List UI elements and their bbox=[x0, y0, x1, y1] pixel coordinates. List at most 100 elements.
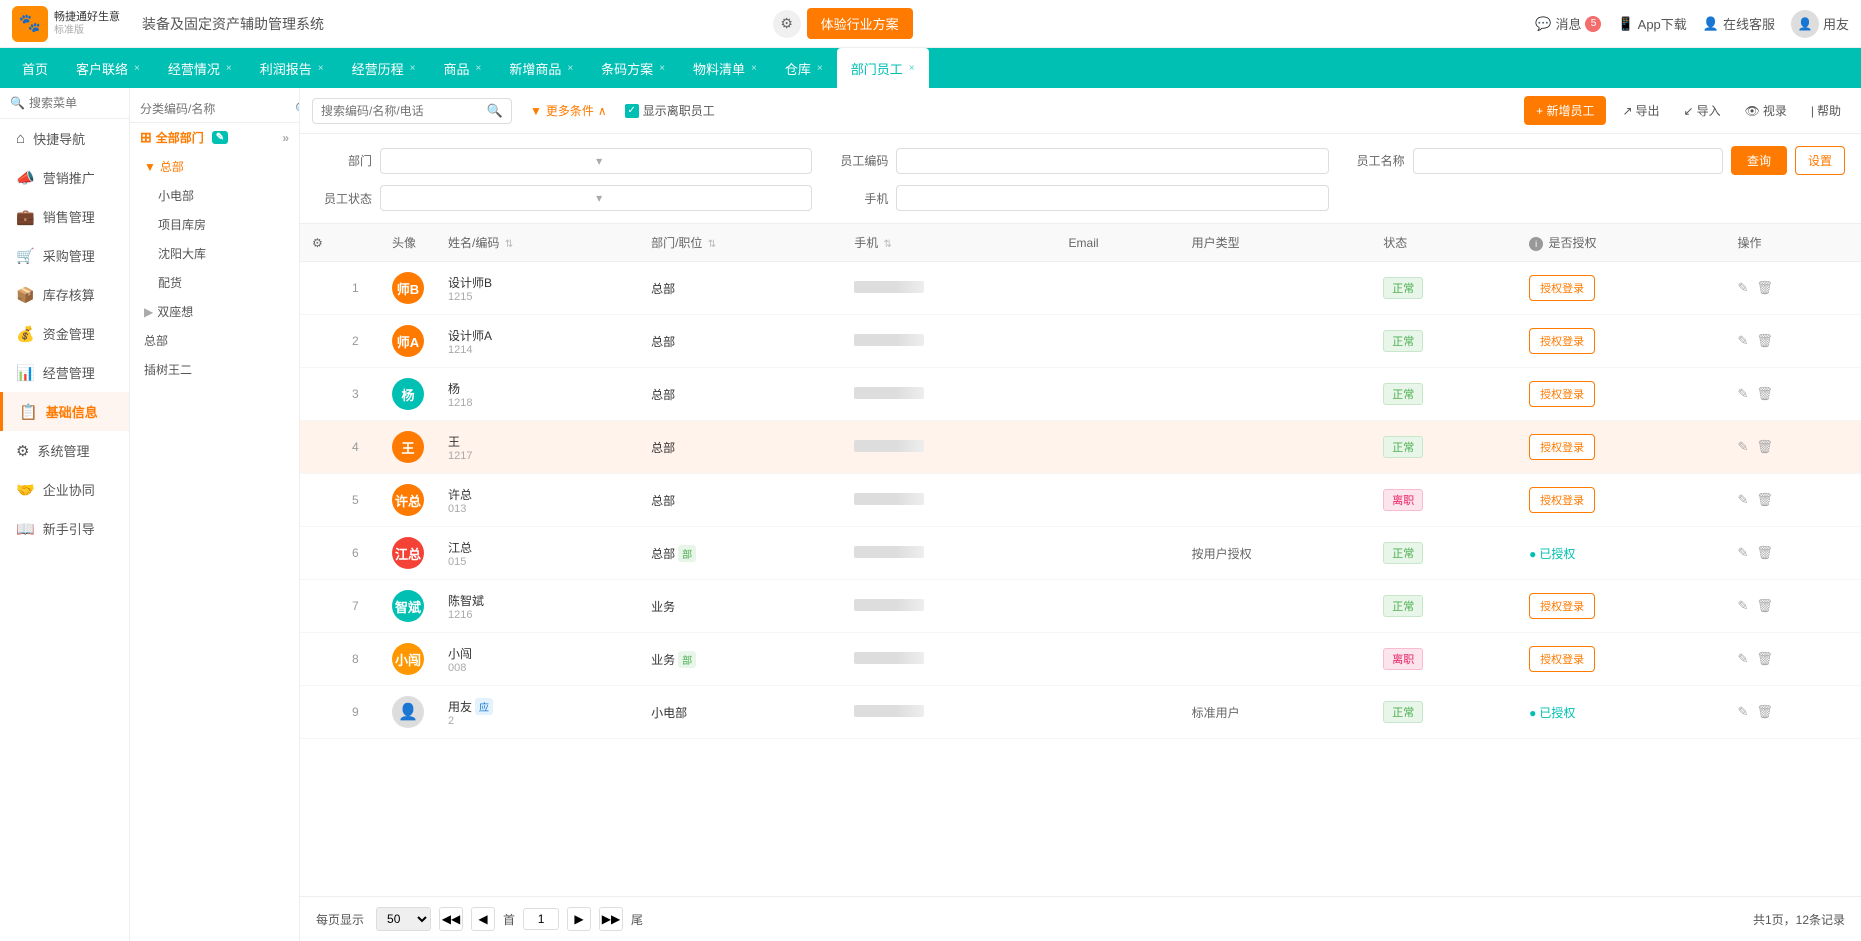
sidebar-item-inventory[interactable]: 📦库存核算 bbox=[0, 275, 129, 314]
dept-search-input[interactable] bbox=[140, 102, 295, 116]
phone-filter-input[interactable] bbox=[896, 185, 1328, 211]
navtab-部门员工[interactable]: 部门员工× bbox=[837, 48, 929, 88]
dept-tree-item-shenyangdaku[interactable]: 沈阳大库 bbox=[130, 239, 299, 268]
dept-tree-item-chashuwang[interactable]: 插树王二 bbox=[130, 355, 299, 384]
service-btn[interactable]: 👤 在线客服 bbox=[1703, 14, 1775, 33]
sidebar-item-system[interactable]: ⚙系统管理 bbox=[0, 431, 129, 470]
auth-btn-1[interactable]: 授权登录 bbox=[1529, 275, 1595, 301]
navtab-close-新增商品[interactable]: × bbox=[567, 63, 573, 74]
dept-tree-item-zongbu[interactable]: ▼ 总部 bbox=[130, 152, 299, 181]
auth-btn-5[interactable]: 授权登录 bbox=[1529, 487, 1595, 513]
delete-icon-6[interactable]: 🗑 bbox=[1756, 545, 1773, 561]
settings-gear-btn[interactable]: ⚙ bbox=[773, 10, 801, 38]
sidebar-item-shortcut[interactable]: ⌂快捷导航 bbox=[0, 119, 129, 158]
delete-icon-5[interactable]: 🗑 bbox=[1756, 492, 1773, 508]
dept-tree-item-xiaodiangbu[interactable]: 小电部 bbox=[130, 181, 299, 210]
dept-tree-item-peihuo[interactable]: 配货 bbox=[130, 268, 299, 297]
prev-page-btn[interactable]: ◀ bbox=[471, 907, 495, 931]
navtab-close-部门员工[interactable]: × bbox=[909, 63, 915, 74]
navtab-条码方案[interactable]: 条码方案× bbox=[587, 48, 679, 88]
add-employee-btn[interactable]: + 新增员工 bbox=[1524, 96, 1606, 125]
navtab-利润报告[interactable]: 利润报告× bbox=[246, 48, 338, 88]
navtab-客户联络[interactable]: 客户联络× bbox=[62, 48, 154, 88]
navtab-经营情况[interactable]: 经营情况× bbox=[154, 48, 246, 88]
first-page-btn[interactable]: ◀◀ bbox=[439, 907, 463, 931]
delete-icon-4[interactable]: 🗑 bbox=[1756, 439, 1773, 455]
auth-btn-4[interactable]: 授权登录 bbox=[1529, 434, 1595, 460]
navtab-首页[interactable]: 首页 bbox=[8, 48, 62, 88]
auth-btn-7[interactable]: 授权登录 bbox=[1529, 593, 1595, 619]
app-download-btn[interactable]: 📱 App下载 bbox=[1617, 14, 1686, 33]
auth-btn-2[interactable]: 授权登录 bbox=[1529, 328, 1595, 354]
delete-icon-3[interactable]: 🗑 bbox=[1756, 386, 1773, 402]
edit-icon-1[interactable]: ✎ bbox=[1737, 280, 1748, 296]
export-btn[interactable]: ↗ 导出 bbox=[1614, 97, 1667, 124]
sidebar-item-purchase[interactable]: 🛒采购管理 bbox=[0, 236, 129, 275]
sidebar-item-guide[interactable]: 📖新手引导 bbox=[0, 509, 129, 548]
navtab-close-物料清单[interactable]: × bbox=[751, 63, 757, 74]
more-filters-btn[interactable]: ▼ 更多条件 ∧ bbox=[520, 97, 617, 124]
reset-action-btn[interactable]: 设置 bbox=[1795, 146, 1845, 175]
dept-tree-item-shuangzuoxiang[interactable]: ▶ 双座想 bbox=[130, 297, 299, 326]
edit-icon-4[interactable]: ✎ bbox=[1737, 439, 1748, 455]
navtab-物料清单[interactable]: 物料清单× bbox=[679, 48, 771, 88]
sidebar-item-marketing[interactable]: 📣营销推广 bbox=[0, 158, 129, 197]
navtab-close-客户联络[interactable]: × bbox=[134, 63, 140, 74]
navtab-close-仓库[interactable]: × bbox=[817, 63, 823, 74]
delete-icon-1[interactable]: 🗑 bbox=[1756, 280, 1773, 296]
empstatus-filter-select[interactable]: ▾ bbox=[380, 185, 812, 211]
edit-icon-7[interactable]: ✎ bbox=[1737, 598, 1748, 614]
sidebar-item-operation[interactable]: 📊经营管理 bbox=[0, 353, 129, 392]
phone-sort-icon[interactable]: ⇅ bbox=[884, 239, 892, 250]
navtab-close-经营历程[interactable]: × bbox=[410, 63, 416, 74]
navtab-close-利润报告[interactable]: × bbox=[318, 63, 324, 74]
sidebar-item-collab[interactable]: 🤝企业协同 bbox=[0, 470, 129, 509]
user-btn[interactable]: 👤 用友 bbox=[1791, 10, 1849, 38]
auth-btn-3[interactable]: 授权登录 bbox=[1529, 381, 1595, 407]
dept-collapse-btn[interactable]: » bbox=[282, 131, 289, 145]
edit-icon-9[interactable]: ✎ bbox=[1737, 704, 1748, 720]
navtab-商品[interactable]: 商品× bbox=[429, 48, 495, 88]
navtab-close-经营情况[interactable]: × bbox=[226, 63, 232, 74]
dept-filter-select[interactable]: ▾ bbox=[380, 148, 812, 174]
edit-icon-5[interactable]: ✎ bbox=[1737, 492, 1748, 508]
empcode-filter-input[interactable] bbox=[896, 148, 1328, 174]
delete-icon-9[interactable]: 🗑 bbox=[1756, 704, 1773, 720]
edit-icon-3[interactable]: ✎ bbox=[1737, 386, 1748, 402]
msg-btn[interactable]: 💬 消息 5 bbox=[1535, 14, 1601, 33]
edit-icon-6[interactable]: ✎ bbox=[1737, 545, 1748, 561]
empname-filter-input[interactable] bbox=[1413, 148, 1723, 174]
auth-btn-8[interactable]: 授权登录 bbox=[1529, 646, 1595, 672]
page-input[interactable] bbox=[523, 908, 559, 930]
delete-icon-8[interactable]: 🗑 bbox=[1756, 651, 1773, 667]
import-btn[interactable]: ↙ 导入 bbox=[1676, 97, 1729, 124]
navtab-close-条码方案[interactable]: × bbox=[659, 63, 665, 74]
page-size-select[interactable]: 50 100 200 bbox=[376, 907, 431, 931]
sidebar-item-basic[interactable]: 📋基础信息 bbox=[0, 392, 129, 431]
sidebar-item-finance[interactable]: 💰资金管理 bbox=[0, 314, 129, 353]
delete-icon-2[interactable]: 🗑 bbox=[1756, 333, 1773, 349]
dept-sort-icon[interactable]: ⇅ bbox=[708, 239, 716, 250]
dept-tree-item-zongbu2[interactable]: 总部 bbox=[130, 326, 299, 355]
navtab-close-商品[interactable]: × bbox=[475, 63, 481, 74]
search-sidebar-input[interactable] bbox=[29, 96, 130, 110]
show-resigned-checkbox[interactable]: ✓ 显示离职员工 bbox=[625, 102, 715, 119]
next-page-btn[interactable]: ▶ bbox=[567, 907, 591, 931]
navtab-新增商品[interactable]: 新增商品× bbox=[495, 48, 587, 88]
delete-icon-7[interactable]: 🗑 bbox=[1756, 598, 1773, 614]
view-btn[interactable]: 👁 视录 bbox=[1737, 97, 1795, 124]
search-action-btn[interactable]: 查询 bbox=[1731, 146, 1787, 175]
trial-btn[interactable]: 体验行业方案 bbox=[807, 8, 913, 39]
dept-edit-icon[interactable]: ✎ bbox=[212, 131, 228, 144]
settings-col-icon[interactable]: ⚙ bbox=[312, 236, 323, 250]
edit-icon-8[interactable]: ✎ bbox=[1737, 651, 1748, 667]
search-input[interactable] bbox=[321, 104, 487, 118]
dept-tree-item-xiangmukufang[interactable]: 项目库房 bbox=[130, 210, 299, 239]
navtab-经营历程[interactable]: 经营历程× bbox=[338, 48, 430, 88]
help-btn[interactable]: | 帮助 bbox=[1803, 97, 1849, 124]
last-page-btn[interactable]: ▶▶ bbox=[599, 907, 623, 931]
edit-icon-2[interactable]: ✎ bbox=[1737, 333, 1748, 349]
navtab-仓库[interactable]: 仓库× bbox=[771, 48, 837, 88]
name-sort-icon[interactable]: ⇅ bbox=[505, 239, 513, 250]
sidebar-item-sales[interactable]: 💼销售管理 bbox=[0, 197, 129, 236]
